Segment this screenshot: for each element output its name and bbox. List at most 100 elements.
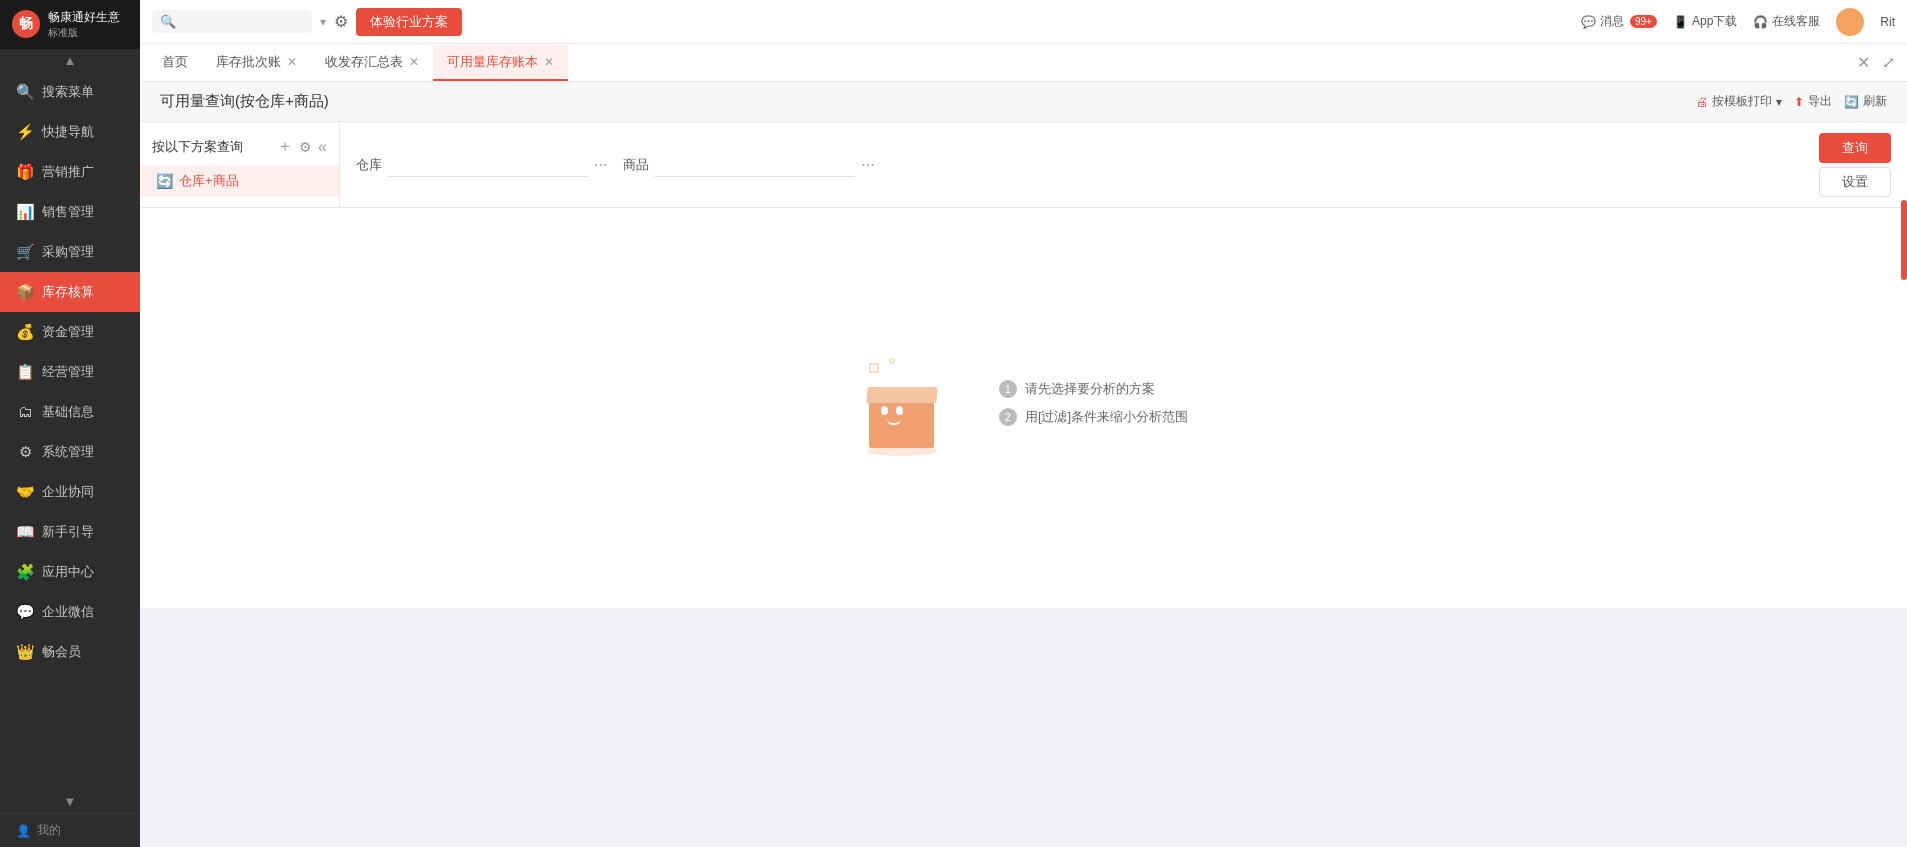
sidebar-item-label: 快捷导航 <box>42 123 94 141</box>
online-service-btn[interactable]: 🎧 在线客服 <box>1753 13 1820 30</box>
settings-gear-icon[interactable]: ⚙ <box>334 12 348 31</box>
scheme-item-label: 仓库+商品 <box>179 172 239 190</box>
scheme-refresh-icon: 🔄 <box>156 173 173 189</box>
collapse-scheme-btn[interactable]: « <box>318 138 327 156</box>
sidebar-header: 畅 畅康通好生意 标准版 <box>0 0 140 49</box>
main-area: 🔍 ▾ ⚙ 体验行业方案 💬 消息 99+ 📱 App下载 🎧 在线客服 Rit <box>140 0 1907 847</box>
sidebar-item-finance[interactable]: 💰 资金管理 <box>0 312 140 352</box>
sidebar-item-sales[interactable]: 📊 销售管理 <box>0 192 140 232</box>
refresh-btn[interactable]: 🔄 刷新 <box>1844 93 1887 110</box>
username: Rit <box>1880 15 1895 29</box>
sidebar-item-inventory[interactable]: 📦 库存核算 <box>0 272 140 312</box>
sidebar-item-members[interactable]: 👑 畅会员 <box>0 632 140 672</box>
sidebar-item-enterprise-wechat[interactable]: 💬 企业微信 <box>0 592 140 632</box>
sidebar-item-marketing[interactable]: 🎁 营销推广 <box>0 152 140 192</box>
sidebar-item-label: 营销推广 <box>42 163 94 181</box>
query-button[interactable]: 查询 <box>1819 133 1891 163</box>
tab-label: 收发存汇总表 <box>325 53 403 71</box>
app-name: 畅康通好生意 标准版 <box>48 10 120 39</box>
messages-label: 消息 <box>1600 13 1624 30</box>
sidebar-item-label: 畅会员 <box>42 643 81 661</box>
user-icon: 👤 <box>16 824 31 838</box>
tab-close-icon[interactable]: ✕ <box>544 55 554 69</box>
purchase-icon: 🛒 <box>16 243 34 261</box>
tab-label: 库存批次账 <box>216 53 281 71</box>
scheme-settings-btn[interactable]: ⚙ <box>299 139 312 155</box>
tab-home-label: 首页 <box>162 53 188 71</box>
sidebar-item-onboarding[interactable]: 📖 新手引导 <box>0 512 140 552</box>
sidebar-item-label: 新手引导 <box>42 523 94 541</box>
sidebar-scroll-up[interactable]: ▲ <box>0 49 140 72</box>
dropdown-arrow[interactable]: ▾ <box>320 15 326 29</box>
tab-close-icon[interactable]: ✕ <box>409 55 419 69</box>
search-icon: 🔍 <box>16 83 34 101</box>
sidebar-item-label: 库存核算 <box>42 283 94 301</box>
footer-username: 我的 <box>37 822 61 839</box>
sidebar-item-purchase[interactable]: 🛒 采购管理 <box>0 232 140 272</box>
export-btn[interactable]: ⬆ 导出 <box>1794 93 1832 110</box>
warehouse-more-btn[interactable]: ··· <box>594 156 607 174</box>
messages-badge: 99+ <box>1630 15 1657 28</box>
sidebar-item-label: 企业微信 <box>42 603 94 621</box>
scheme-item-warehouse-product[interactable]: 🔄 仓库+商品 <box>140 165 339 197</box>
add-scheme-btn[interactable]: ＋ <box>277 136 293 157</box>
sidebar-item-app-center[interactable]: 🧩 应用中心 <box>0 552 140 592</box>
coop-icon: 🤝 <box>16 483 34 501</box>
product-input[interactable] <box>655 153 855 177</box>
sidebar-item-label: 经营管理 <box>42 363 94 381</box>
sidebar-item-system[interactable]: ⚙ 系统管理 <box>0 432 140 472</box>
scheme-header-label: 按以下方案查询 <box>152 138 243 156</box>
topbar: 🔍 ▾ ⚙ 体验行业方案 💬 消息 99+ 📱 App下载 🎧 在线客服 Rit <box>140 0 1907 44</box>
sidebar-item-shortcuts[interactable]: ⚡ 快捷导航 <box>0 112 140 152</box>
print-icon: 🖨 <box>1696 95 1708 109</box>
query-actions: 查询 设置 <box>1803 125 1907 205</box>
settings-button[interactable]: 设置 <box>1819 167 1891 197</box>
sidebar-item-operations[interactable]: 📋 经营管理 <box>0 352 140 392</box>
sidebar-item-label: 资金管理 <box>42 323 94 341</box>
app-download-label: App下载 <box>1692 13 1737 30</box>
export-icon: ⬆ <box>1794 95 1804 109</box>
tab-home[interactable]: 首页 <box>148 45 202 81</box>
members-icon: 👑 <box>16 643 34 661</box>
sidebar-item-label: 系统管理 <box>42 443 94 461</box>
app-center-icon: 🧩 <box>16 563 34 581</box>
messages-btn[interactable]: 💬 消息 99+ <box>1581 13 1657 30</box>
warehouse-label: 仓库 <box>356 156 382 174</box>
close-all-tabs-btn[interactable]: ✕ <box>1849 53 1878 72</box>
topbar-search-box[interactable]: 🔍 <box>152 10 312 33</box>
sidebar-scroll-down[interactable]: ▼ <box>0 790 140 813</box>
print-template-btn[interactable]: 🖨 按模板打印 ▾ <box>1696 93 1782 110</box>
trial-btn[interactable]: 体验行业方案 <box>356 8 462 36</box>
sidebar-nav: 🔍 搜索菜单 ⚡ 快捷导航 🎁 营销推广 📊 销售管理 🛒 采购管理 📦 库存核… <box>0 72 140 790</box>
inventory-icon: 📦 <box>16 283 34 301</box>
tab-receipts-summary[interactable]: 收发存汇总表 ✕ <box>311 45 433 81</box>
product-label: 商品 <box>623 156 649 174</box>
sidebar-item-basic-info[interactable]: 🗂 基础信息 <box>0 392 140 432</box>
app-download-btn[interactable]: 📱 App下载 <box>1673 13 1737 30</box>
headset-icon: 🎧 <box>1753 15 1768 29</box>
onboarding-icon: 📖 <box>16 523 34 541</box>
warehouse-input[interactable] <box>388 153 588 177</box>
filter-section: 仓库 ··· 商品 ··· 查询 设置 <box>340 122 1907 207</box>
hint-item-1: 1 请先选择要分析的方案 <box>999 380 1188 398</box>
tab-batch-account[interactable]: 库存批次账 ✕ <box>202 45 311 81</box>
page-title: 可用量查询(按仓库+商品) <box>160 92 329 111</box>
dropdown-arrow-icon: ▾ <box>1776 95 1782 109</box>
download-icon: 📱 <box>1673 15 1688 29</box>
search-input[interactable] <box>180 15 304 29</box>
right-scrollbar[interactable] <box>1901 200 1907 280</box>
operations-icon: 📋 <box>16 363 34 381</box>
expand-tabs-btn[interactable]: ⤢ <box>1878 53 1899 72</box>
sidebar-item-enterprise-coop[interactable]: 🤝 企业协同 <box>0 472 140 512</box>
product-more-btn[interactable]: ··· <box>861 156 874 174</box>
tab-available-stock[interactable]: 可用量库存账本 ✕ <box>433 45 568 81</box>
print-template-label: 按模板打印 <box>1712 93 1772 110</box>
hint-text-2: 用[过滤]条件来缩小分析范围 <box>1025 408 1188 426</box>
sidebar-item-search[interactable]: 🔍 搜索菜单 <box>0 72 140 112</box>
sidebar-footer[interactable]: 👤 我的 <box>0 813 140 847</box>
tab-close-icon[interactable]: ✕ <box>287 55 297 69</box>
sidebar-item-label: 搜索菜单 <box>42 83 94 101</box>
scheme-header: 按以下方案查询 ＋ ⚙ « <box>140 132 339 165</box>
avatar <box>1836 8 1864 36</box>
wechat-icon: 💬 <box>16 603 34 621</box>
